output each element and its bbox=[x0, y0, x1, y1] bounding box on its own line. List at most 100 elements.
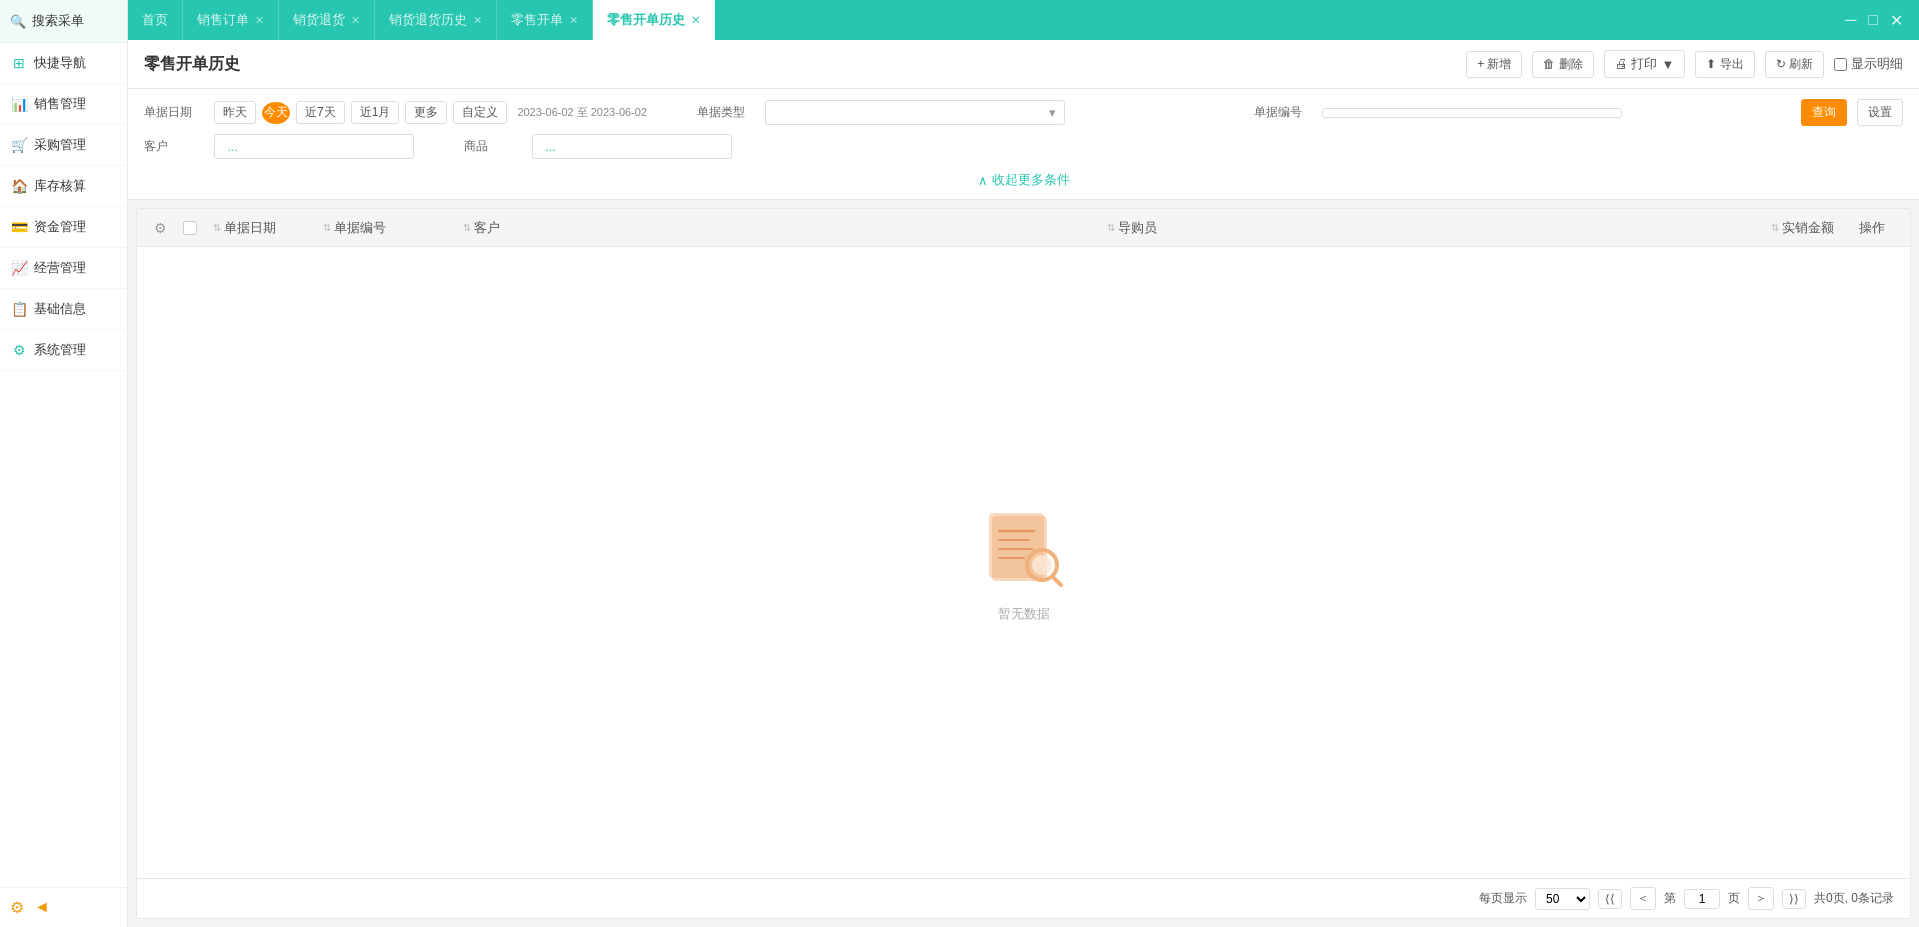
tab-sales-return[interactable]: 销货退货 ✕ bbox=[279, 0, 375, 40]
sort-icon-customer[interactable]: ⇅ bbox=[463, 222, 471, 233]
delete-button[interactable]: 🗑 删除 bbox=[1532, 51, 1593, 78]
tab-sales-return-history-label: 销货退货历史 bbox=[389, 11, 467, 29]
sidebar-item-inventory[interactable]: 🏠 库存核算 bbox=[0, 166, 127, 207]
sidebar-item-operations[interactable]: 📈 经营管理 bbox=[0, 248, 127, 289]
collapse-label: 收起更多条件 bbox=[992, 171, 1070, 189]
display-detail-checkbox[interactable] bbox=[1834, 58, 1847, 71]
next-page-btn[interactable]: ＞ bbox=[1748, 887, 1774, 910]
date-btn-yesterday[interactable]: 昨天 bbox=[214, 101, 256, 124]
refresh-button[interactable]: ↻ 刷新 bbox=[1765, 51, 1824, 78]
per-page-select[interactable]: 50 20 100 bbox=[1535, 888, 1590, 910]
tab-bar: 首页 销售订单 ✕ 销货退货 ✕ 销货退货历史 ✕ 零售开单 ✕ 零售开单历史 … bbox=[128, 0, 1919, 40]
window-actions: ─ □ ✕ bbox=[1845, 11, 1919, 30]
filter-row-2: 客户 ... 商品 ... bbox=[144, 134, 1903, 159]
sort-icon-amount[interactable]: ⇅ bbox=[1771, 222, 1779, 233]
col-customer-label: 客户 bbox=[474, 219, 500, 237]
date-btn-last1month[interactable]: 近1月 bbox=[351, 101, 400, 124]
quick-nav-icon: ⊞ bbox=[10, 55, 28, 71]
first-page-btn[interactable]: ⟨⟨ bbox=[1598, 889, 1622, 909]
col-guide: ⇅ 导购员 bbox=[1099, 219, 1199, 237]
doc-no-input[interactable] bbox=[1322, 108, 1622, 118]
date-btn-more[interactable]: 更多 bbox=[405, 101, 447, 124]
sort-icon-date[interactable]: ⇅ bbox=[213, 222, 221, 233]
select-all-checkbox[interactable] bbox=[183, 221, 197, 235]
collapse-sidebar-icon[interactable]: ◄ bbox=[34, 898, 50, 917]
window-close-icon[interactable]: ✕ bbox=[1890, 11, 1903, 30]
tab-sales-order[interactable]: 销售订单 ✕ bbox=[183, 0, 279, 40]
display-detail-checkbox-wrap[interactable]: 显示明细 bbox=[1834, 55, 1903, 73]
col-check bbox=[175, 221, 205, 235]
tab-sales-return-history-close[interactable]: ✕ bbox=[473, 14, 482, 27]
content-area: ⚙ ⇅ 单据日期 ⇅ 单据编号 ⇅ 客户 ⇅ 导购员 ⇅ bbox=[136, 208, 1911, 919]
page-label-pre: 第 bbox=[1664, 890, 1676, 907]
tab-sales-return-history[interactable]: 销货退货历史 ✕ bbox=[375, 0, 497, 40]
doc-type-select[interactable]: ▾ bbox=[765, 100, 1065, 125]
collapse-arrow-icon: ∧ bbox=[978, 173, 988, 188]
settings-filter-button[interactable]: 设置 bbox=[1857, 99, 1903, 126]
table-header: ⚙ ⇅ 单据日期 ⇅ 单据编号 ⇅ 客户 ⇅ 导购员 ⇅ bbox=[137, 209, 1910, 247]
settings-bottom-icon[interactable]: ⚙ bbox=[10, 898, 24, 917]
collapse-filter-btn[interactable]: ∧ 收起更多条件 bbox=[144, 167, 1903, 189]
total-info: 共0页, 0条记录 bbox=[1814, 890, 1894, 907]
basic-info-icon: 📋 bbox=[10, 301, 28, 317]
date-btn-last7[interactable]: 近7天 bbox=[296, 101, 345, 124]
operations-icon: 📈 bbox=[10, 260, 28, 276]
export-button[interactable]: ⬆ 导出 bbox=[1695, 51, 1754, 78]
col-amount-label: 实销金额 bbox=[1782, 219, 1834, 237]
window-min-icon[interactable]: ─ bbox=[1845, 11, 1856, 29]
col-ops: 操作 bbox=[1842, 219, 1902, 237]
doc-type-chevron-icon: ▾ bbox=[1049, 105, 1056, 120]
filter-row-1: 单据日期 昨天 今天 近7天 近1月 更多 自定义 2023-06-02 至 2… bbox=[144, 99, 1903, 126]
sidebar-item-sales-mgmt[interactable]: 📊 销售管理 bbox=[0, 84, 127, 125]
window-max-icon[interactable]: □ bbox=[1868, 11, 1878, 29]
sidebar-item-quick-nav[interactable]: ⊞ 快捷导航 bbox=[0, 43, 127, 84]
tab-retail-open-label: 零售开单 bbox=[511, 11, 563, 29]
sidebar-search[interactable]: 🔍 搜索采单 bbox=[0, 0, 127, 43]
filter-dates: 昨天 今天 近7天 近1月 更多 自定义 bbox=[214, 101, 507, 124]
filter-section: 单据日期 昨天 今天 近7天 近1月 更多 自定义 2023-06-02 至 2… bbox=[128, 89, 1919, 200]
tab-retail-open-history[interactable]: 零售开单历史 ✕ bbox=[593, 0, 715, 40]
goods-input[interactable]: ... bbox=[532, 134, 732, 159]
tab-retail-open[interactable]: 零售开单 ✕ bbox=[497, 0, 593, 40]
sidebar: 🔍 搜索采单 ⊞ 快捷导航 📊 销售管理 🛒 采购管理 🏠 库存核算 💳 资金管… bbox=[0, 0, 128, 927]
tab-sales-order-label: 销售订单 bbox=[197, 11, 249, 29]
sidebar-item-label: 基础信息 bbox=[34, 300, 86, 318]
empty-state-text: 暂无数据 bbox=[998, 605, 1050, 623]
print-button[interactable]: 🖨 打印 ▼ bbox=[1604, 50, 1686, 78]
date-range-text: 2023-06-02 至 2023-06-02 bbox=[517, 105, 647, 120]
sidebar-item-basic-info[interactable]: 📋 基础信息 bbox=[0, 289, 127, 330]
date-filter-label: 单据日期 bbox=[144, 104, 204, 121]
prev-page-btn[interactable]: ＜ bbox=[1630, 887, 1656, 910]
query-button[interactable]: 查询 bbox=[1801, 99, 1847, 126]
page-title: 零售开单历史 bbox=[144, 54, 240, 75]
col-settings: ⚙ bbox=[145, 220, 175, 236]
customer-ellipsis-icon[interactable]: ... bbox=[227, 139, 238, 154]
goods-ellipsis-icon[interactable]: ... bbox=[545, 139, 556, 154]
sys-mgmt-icon: ⚙ bbox=[10, 342, 28, 358]
page-label: 页 bbox=[1728, 890, 1740, 907]
page-input[interactable] bbox=[1684, 889, 1720, 909]
sidebar-item-label: 经营管理 bbox=[34, 259, 86, 277]
sidebar-search-label: 搜索采单 bbox=[32, 12, 84, 30]
sort-icon-no[interactable]: ⇅ bbox=[323, 222, 331, 233]
tab-sales-return-close[interactable]: ✕ bbox=[351, 14, 360, 27]
date-btn-today[interactable]: 今天 bbox=[262, 102, 290, 124]
table-settings-icon[interactable]: ⚙ bbox=[154, 220, 167, 236]
tab-sales-order-close[interactable]: ✕ bbox=[255, 14, 264, 27]
inventory-icon: 🏠 bbox=[10, 178, 28, 194]
sidebar-item-finance[interactable]: 💳 资金管理 bbox=[0, 207, 127, 248]
sidebar-item-purchase-mgmt[interactable]: 🛒 采购管理 bbox=[0, 125, 127, 166]
date-btn-custom[interactable]: 自定义 bbox=[453, 101, 507, 124]
tab-retail-open-close[interactable]: ✕ bbox=[569, 14, 578, 27]
add-button[interactable]: + 新增 bbox=[1466, 51, 1522, 78]
tab-home[interactable]: 首页 bbox=[128, 0, 183, 40]
doc-type-label: 单据类型 bbox=[697, 104, 757, 121]
sidebar-item-sys-mgmt[interactable]: ⚙ 系统管理 bbox=[0, 330, 127, 371]
customer-label: 客户 bbox=[144, 138, 204, 155]
tab-retail-open-history-close[interactable]: ✕ bbox=[691, 14, 700, 27]
sort-icon-guide[interactable]: ⇅ bbox=[1107, 222, 1115, 233]
main-content: 首页 销售订单 ✕ 销货退货 ✕ 销货退货历史 ✕ 零售开单 ✕ 零售开单历史 … bbox=[128, 0, 1919, 927]
col-no-label: 单据编号 bbox=[334, 219, 386, 237]
last-page-btn[interactable]: ⟩⟩ bbox=[1782, 889, 1806, 909]
customer-input[interactable]: ... bbox=[214, 134, 414, 159]
